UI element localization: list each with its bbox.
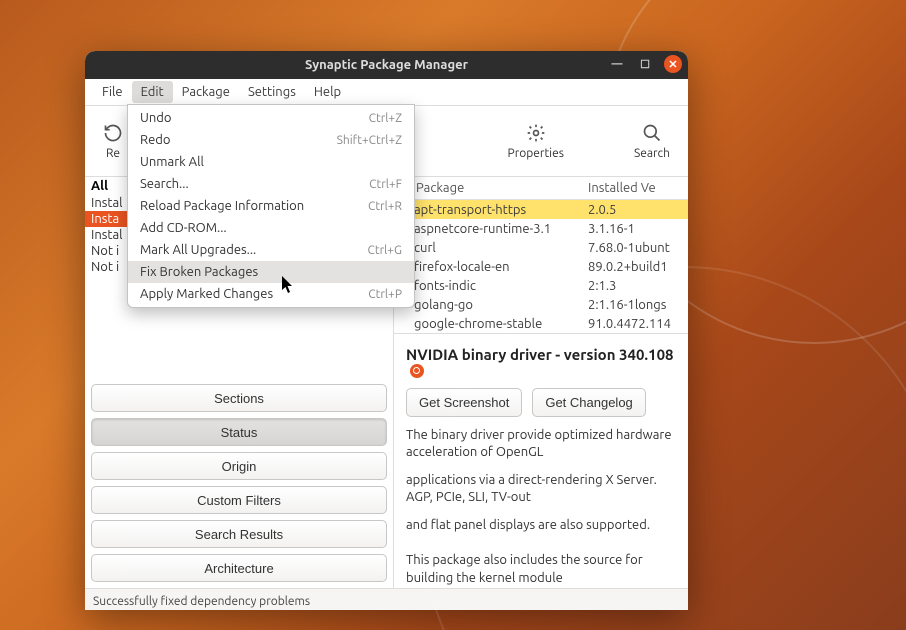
menu-item-shortcut: Ctrl+F	[369, 178, 402, 191]
menu-item-label: Fix Broken Packages	[140, 265, 258, 279]
filter-status[interactable]: Status	[91, 418, 387, 446]
col-installed-version[interactable]: Installed Ve	[588, 181, 688, 195]
menu-package[interactable]: Package	[173, 81, 239, 103]
package-name: fonts-indic	[414, 279, 588, 293]
filter-buttons: Sections Status Origin Custom Filters Search…	[85, 378, 393, 588]
menubar: FileEditPackageSettingsHelp	[85, 79, 688, 106]
get-screenshot-button[interactable]: Get Screenshot	[406, 388, 522, 417]
menu-item-undo[interactable]: Undo Ctrl+Z	[128, 107, 414, 129]
package-row[interactable]: aspnetcore-runtime-3.13.1.16-1	[394, 219, 688, 238]
menu-item-shortcut: Ctrl+P	[368, 288, 402, 301]
filter-origin[interactable]: Origin	[91, 452, 387, 480]
package-mark	[396, 317, 410, 331]
filter-architecture[interactable]: Architecture	[91, 554, 387, 582]
package-version: 2.0.5	[588, 203, 688, 217]
description-text: and flat panel displays are also support…	[406, 517, 676, 535]
col-package[interactable]: Package	[416, 181, 588, 195]
description-text: The binary driver provide optimized hard…	[406, 427, 676, 462]
menu-item-label: Undo	[140, 111, 172, 125]
ubuntu-icon	[410, 364, 424, 378]
package-row[interactable]: apt-transport-https2.0.5	[394, 200, 688, 219]
toolbar-properties[interactable]: Properties	[508, 123, 564, 160]
menu-item-redo[interactable]: Redo Shift+Ctrl+Z	[128, 129, 414, 151]
right-pane: Package Installed Ve apt-transport-https…	[394, 177, 688, 588]
statusbar: Successfully fixed dependency problems	[85, 588, 688, 610]
package-row[interactable]: curl7.68.0-1ubunt	[394, 238, 688, 257]
menu-item-apply-marked-changes[interactable]: Apply Marked Changes Ctrl+P	[128, 283, 414, 305]
package-version: 2:1.16-1longs	[588, 298, 688, 312]
close-button[interactable]: ✕	[664, 55, 682, 73]
filter-search-results[interactable]: Search Results	[91, 520, 387, 548]
get-changelog-button[interactable]: Get Changelog	[532, 388, 645, 417]
window-title: Synaptic Package Manager	[305, 58, 468, 72]
menu-item-label: Search...	[140, 177, 189, 191]
toolbar-search-label: Search	[634, 147, 670, 160]
description-text: applications via a direct-rendering X Se…	[406, 472, 676, 507]
toolbar-properties-label: Properties	[508, 147, 564, 160]
menu-item-reload-package-information[interactable]: Reload Package Information Ctrl+R	[128, 195, 414, 217]
menu-item-label: Apply Marked Changes	[140, 287, 273, 301]
description-text: This package also includes the source fo…	[406, 552, 676, 587]
package-row[interactable]: google-chrome-stable91.0.4472.114	[394, 314, 688, 333]
minimize-button[interactable]: —	[608, 55, 626, 73]
package-name: apt-transport-https	[414, 203, 588, 217]
menu-item-unmark-all[interactable]: Unmark All	[128, 151, 414, 173]
menu-settings[interactable]: Settings	[239, 81, 305, 103]
filter-sections[interactable]: Sections	[91, 384, 387, 412]
package-description: NVIDIA binary driver - version 340.108 G…	[394, 334, 688, 588]
package-name: firefox-locale-en	[414, 260, 588, 274]
menu-file[interactable]: File	[93, 81, 132, 103]
menu-item-add-cd-rom[interactable]: Add CD-ROM...	[128, 217, 414, 239]
package-table-header[interactable]: Package Installed Ve	[394, 177, 688, 200]
search-icon	[642, 123, 662, 143]
menu-edit[interactable]: Edit	[132, 81, 173, 103]
menu-item-mark-all-upgrades[interactable]: Mark All Upgrades... Ctrl+G	[128, 239, 414, 261]
menu-item-shortcut: Ctrl+R	[368, 200, 402, 213]
gear-icon	[526, 123, 546, 143]
menu-item-label: Redo	[140, 133, 170, 147]
status-text: Successfully fixed dependency problems	[93, 595, 310, 608]
filter-custom-filters[interactable]: Custom Filters	[91, 486, 387, 514]
menu-item-label: Mark All Upgrades...	[140, 243, 256, 257]
package-row[interactable]: fonts-indic2:1.3	[394, 276, 688, 295]
menu-item-label: Add CD-ROM...	[140, 221, 227, 235]
description-buttons: Get Screenshot Get Changelog	[406, 388, 676, 417]
toolbar-reload[interactable]: Re	[103, 123, 123, 160]
package-row[interactable]: firefox-locale-en89.0.2+build1	[394, 257, 688, 276]
toolbar-search[interactable]: Search	[634, 123, 670, 160]
menu-item-fix-broken-packages[interactable]: Fix Broken Packages	[128, 261, 414, 283]
toolbar-reload-label: Re	[106, 147, 120, 160]
maximize-button[interactable]: ☐	[636, 55, 654, 73]
window-controls: — ☐ ✕	[608, 55, 682, 73]
edit-menu-dropdown[interactable]: Undo Ctrl+Z Redo Shift+Ctrl+Z Unmark All Sear…	[127, 104, 415, 308]
package-row[interactable]: golang-go2:1.16-1longs	[394, 295, 688, 314]
menu-item-label: Unmark All	[140, 155, 204, 169]
package-version: 91.0.4472.114	[588, 317, 688, 331]
package-name: curl	[414, 241, 588, 255]
package-version: 3.1.16-1	[588, 222, 688, 236]
package-list[interactable]: apt-transport-https2.0.5aspnetcore-runti…	[394, 200, 688, 334]
menu-item-shortcut: Ctrl+Z	[369, 112, 402, 125]
menu-item-label: Reload Package Information	[140, 199, 304, 213]
description-title: NVIDIA binary driver - version 340.108	[406, 346, 674, 363]
reload-icon	[103, 123, 123, 143]
menu-item-shortcut: Ctrl+G	[368, 244, 403, 257]
package-version: 7.68.0-1ubunt	[588, 241, 688, 255]
package-name: google-chrome-stable	[414, 317, 588, 331]
menu-item-shortcut: Shift+Ctrl+Z	[337, 134, 402, 147]
menu-help[interactable]: Help	[305, 81, 350, 103]
package-name: aspnetcore-runtime-3.1	[414, 222, 588, 236]
package-version: 2:1.3	[588, 279, 688, 293]
package-version: 89.0.2+build1	[588, 260, 688, 274]
package-name: golang-go	[414, 298, 588, 312]
menu-item-search[interactable]: Search... Ctrl+F	[128, 173, 414, 195]
titlebar[interactable]: Synaptic Package Manager — ☐ ✕	[85, 51, 688, 79]
